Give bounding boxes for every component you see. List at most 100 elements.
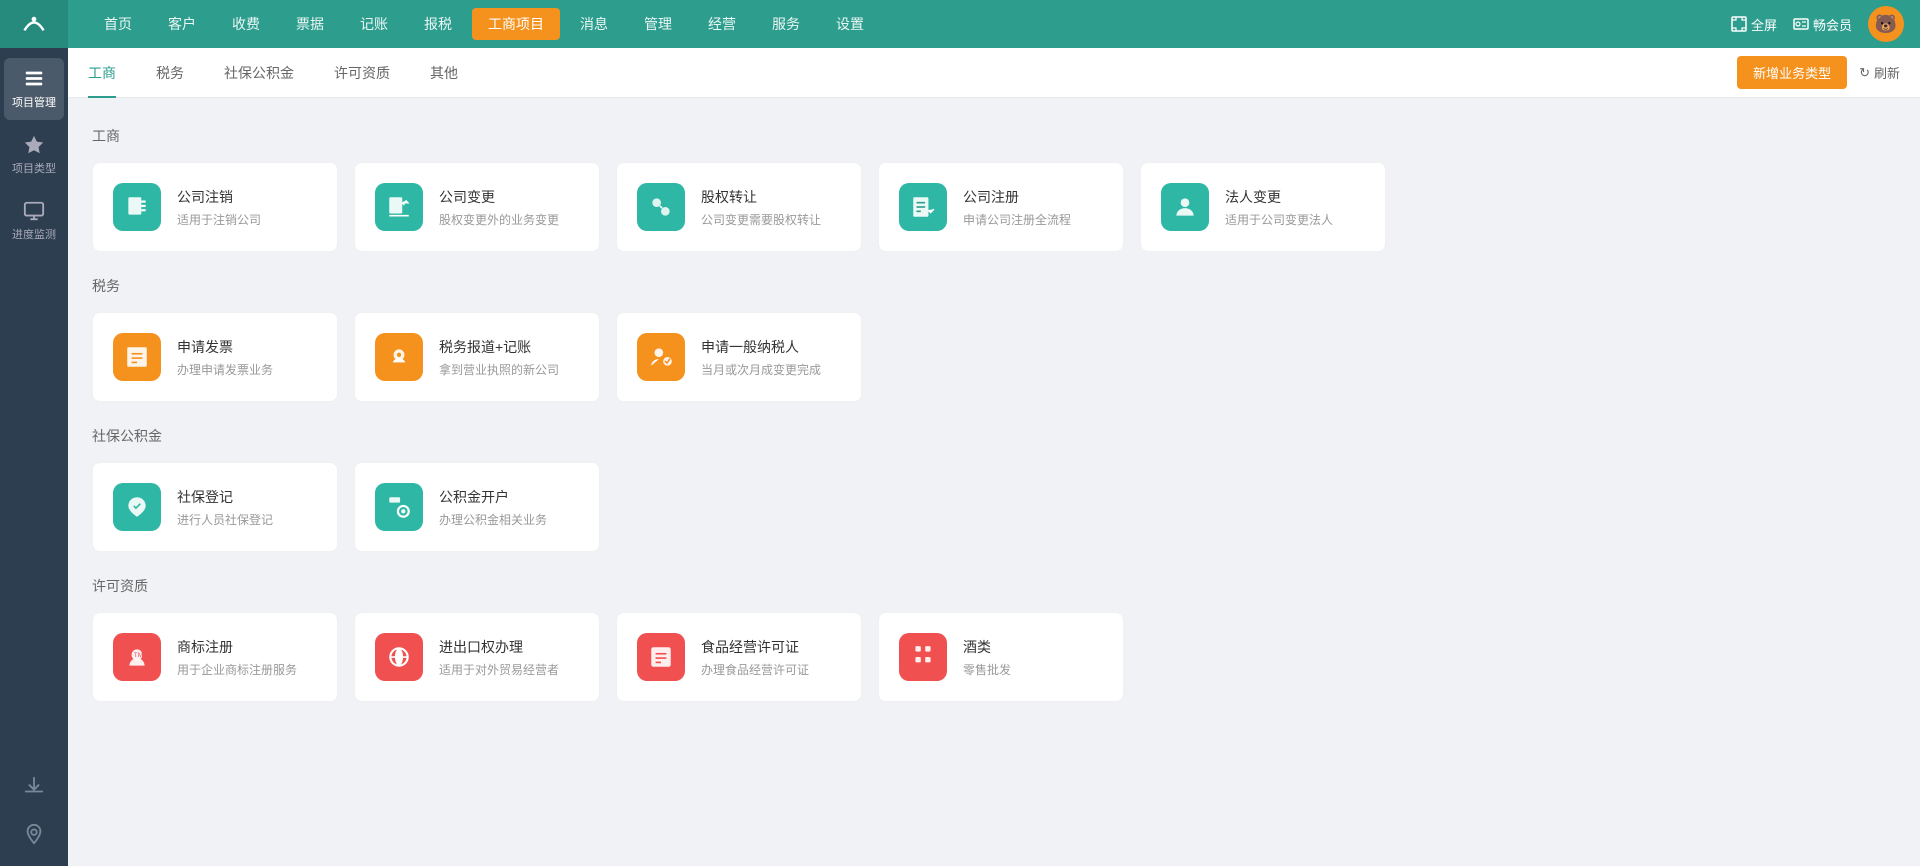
fullscreen-label: 全屏 xyxy=(1751,15,1777,34)
nav-item-首页[interactable]: 首页 xyxy=(88,8,148,40)
tab-社保公积金[interactable]: 社保公积金 xyxy=(224,48,294,98)
sidebar-item-progress-monitor[interactable]: 进度监测 xyxy=(4,190,64,252)
tab-actions: 新增业务类型 ↻ 刷新 xyxy=(1737,56,1900,89)
sidebar-item-project-management[interactable]: 项目管理 xyxy=(4,58,64,120)
card-食品经营许可证[interactable]: 食品经营许可证办理食品经营许可证 xyxy=(616,612,862,702)
card-title: 商标注册 xyxy=(177,637,297,657)
nav-item-票据[interactable]: 票据 xyxy=(280,8,340,40)
refresh-button[interactable]: ↻ 刷新 xyxy=(1859,63,1900,82)
card-title: 股权转让 xyxy=(701,187,821,207)
card-社保登记[interactable]: 社保登记进行人员社保登记 xyxy=(92,462,338,552)
nav-item-设置[interactable]: 设置 xyxy=(820,8,880,40)
company-register-icon xyxy=(899,183,947,231)
trademark-icon: TM xyxy=(113,633,161,681)
tab-其他[interactable]: 其他 xyxy=(430,48,458,98)
fullscreen-button[interactable]: 全屏 xyxy=(1731,15,1777,34)
mascot-avatar: 🐻 xyxy=(1868,6,1904,42)
card-公积金开户[interactable]: 公积金开户办理公积金相关业务 xyxy=(354,462,600,552)
refresh-label: 刷新 xyxy=(1874,63,1900,82)
card-公司注销[interactable]: 公司注销适用于注销公司 xyxy=(92,162,338,252)
card-title: 税务报道+记账 xyxy=(439,337,559,357)
sidebar-item-label: 项目类型 xyxy=(12,160,56,176)
card-desc: 进行人员社保登记 xyxy=(177,511,273,528)
card-info: 申请发票办理申请发票业务 xyxy=(177,337,273,378)
cards-grid: 社保登记进行人员社保登记 公积金开户办理公积金相关业务 xyxy=(92,462,1896,552)
nav-item-管理[interactable]: 管理 xyxy=(628,8,688,40)
cards-grid: 公司注销适用于注销公司 公司变更股权变更外的业务变更 股权转让公司变更需要股权转让 公… xyxy=(92,162,1896,252)
card-税务报道+记账[interactable]: 税务报道+记账拿到营业执照的新公司 xyxy=(354,312,600,402)
card-法人变更[interactable]: 法人变更适用于公司变更法人 xyxy=(1140,162,1386,252)
sidebar-item-project-type[interactable]: 项目类型 xyxy=(4,124,64,186)
nav-item-客户[interactable]: 客户 xyxy=(152,8,212,40)
nav-item-工商项目[interactable]: 工商项目 xyxy=(472,8,560,40)
nav-item-报税[interactable]: 报税 xyxy=(408,8,468,40)
housing-fund-icon xyxy=(375,483,423,531)
member-label: 畅会员 xyxy=(1813,15,1852,34)
section-工商: 工商公司注销适用于注销公司公司变更股权变更外的业务变更股权转让公司变更需要股权转… xyxy=(92,126,1896,252)
refresh-icon: ↻ xyxy=(1859,65,1870,81)
main-layout: 项目管理 项目类型 进度监测 xyxy=(0,48,1920,866)
card-desc: 适用于对外贸易经营者 xyxy=(439,661,559,678)
card-info: 股权转让公司变更需要股权转让 xyxy=(701,187,821,228)
svg-text:TM: TM xyxy=(134,652,143,659)
card-申请一般纳税人[interactable]: 申请一般纳税人当月或次月成变更完成 xyxy=(616,312,862,402)
alcohol-icon xyxy=(899,633,947,681)
card-desc: 办理公积金相关业务 xyxy=(439,511,547,528)
food-license-icon xyxy=(637,633,685,681)
card-股权转让[interactable]: 股权转让公司变更需要股权转让 xyxy=(616,162,862,252)
tabs: 工商税务社保公积金许可资质其他 xyxy=(88,48,1737,98)
top-right-actions: 全屏 畅会员 🐻 xyxy=(1731,6,1920,42)
cards-grid: 申请发票办理申请发票业务 税务报道+记账拿到营业执照的新公司 申请一般纳税人当月或次… xyxy=(92,312,1896,402)
social-insurance-icon xyxy=(113,483,161,531)
new-type-button[interactable]: 新增业务类型 xyxy=(1737,56,1847,89)
nav-item-记账[interactable]: 记账 xyxy=(344,8,404,40)
member-button[interactable]: 畅会员 xyxy=(1793,15,1852,34)
card-desc: 用于企业商标注册服务 xyxy=(177,661,297,678)
location-icon[interactable] xyxy=(18,818,50,850)
download-icon[interactable] xyxy=(18,770,50,802)
section-title: 社保公积金 xyxy=(92,426,1896,446)
card-title: 社保登记 xyxy=(177,487,273,507)
card-公司注册[interactable]: 公司注册申请公司注册全流程 xyxy=(878,162,1124,252)
card-desc: 适用于公司变更法人 xyxy=(1225,211,1333,228)
card-公司变更[interactable]: 公司变更股权变更外的业务变更 xyxy=(354,162,600,252)
card-info: 公司变更股权变更外的业务变更 xyxy=(439,187,559,228)
card-酒类[interactable]: 酒类零售批发 xyxy=(878,612,1124,702)
card-desc: 股权变更外的业务变更 xyxy=(439,211,559,228)
nav-item-服务[interactable]: 服务 xyxy=(756,8,816,40)
card-info: 法人变更适用于公司变更法人 xyxy=(1225,187,1333,228)
card-info: 社保登记进行人员社保登记 xyxy=(177,487,273,528)
card-title: 申请一般纳税人 xyxy=(701,337,821,357)
section-许可资质: 许可资质TM商标注册用于企业商标注册服务进出口权办理适用于对外贸易经营者食品经营… xyxy=(92,576,1896,702)
section-title: 税务 xyxy=(92,276,1896,296)
logo[interactable] xyxy=(0,0,68,48)
card-info: 酒类零售批发 xyxy=(963,637,1011,678)
tab-税务[interactable]: 税务 xyxy=(156,48,184,98)
scrollable-content: 工商公司注销适用于注销公司公司变更股权变更外的业务变更股权转让公司变更需要股权转… xyxy=(68,98,1920,866)
tab-工商[interactable]: 工商 xyxy=(88,48,116,98)
card-进出口权办理[interactable]: 进出口权办理适用于对外贸易经营者 xyxy=(354,612,600,702)
card-申请发票[interactable]: 申请发票办理申请发票业务 xyxy=(92,312,338,402)
card-desc: 零售批发 xyxy=(963,661,1011,678)
card-title: 食品经营许可证 xyxy=(701,637,809,657)
card-info: 公司注销适用于注销公司 xyxy=(177,187,261,228)
nav-item-收费[interactable]: 收费 xyxy=(216,8,276,40)
card-desc: 拿到营业执照的新公司 xyxy=(439,361,559,378)
content-area: 工商税务社保公积金许可资质其他 新增业务类型 ↻ 刷新 工商公司注销适用于注销公… xyxy=(68,48,1920,866)
sidebar-item-label: 项目管理 xyxy=(12,94,56,110)
card-title: 公积金开户 xyxy=(439,487,547,507)
card-title: 公司变更 xyxy=(439,187,559,207)
nav-item-消息[interactable]: 消息 xyxy=(564,8,624,40)
card-desc: 当月或次月成变更完成 xyxy=(701,361,821,378)
card-info: 公积金开户办理公积金相关业务 xyxy=(439,487,547,528)
company-cancel-icon xyxy=(113,183,161,231)
card-info: 食品经营许可证办理食品经营许可证 xyxy=(701,637,809,678)
card-info: 申请一般纳税人当月或次月成变更完成 xyxy=(701,337,821,378)
section-税务: 税务申请发票办理申请发票业务 税务报道+记账拿到营业执照的新公司 申请一般纳税人当月… xyxy=(92,276,1896,402)
equity-transfer-icon xyxy=(637,183,685,231)
nav-item-经营[interactable]: 经营 xyxy=(692,8,752,40)
tab-许可资质[interactable]: 许可资质 xyxy=(334,48,390,98)
card-info: 商标注册用于企业商标注册服务 xyxy=(177,637,297,678)
sidebar-bottom xyxy=(18,770,50,850)
card-商标注册[interactable]: TM 商标注册用于企业商标注册服务 xyxy=(92,612,338,702)
